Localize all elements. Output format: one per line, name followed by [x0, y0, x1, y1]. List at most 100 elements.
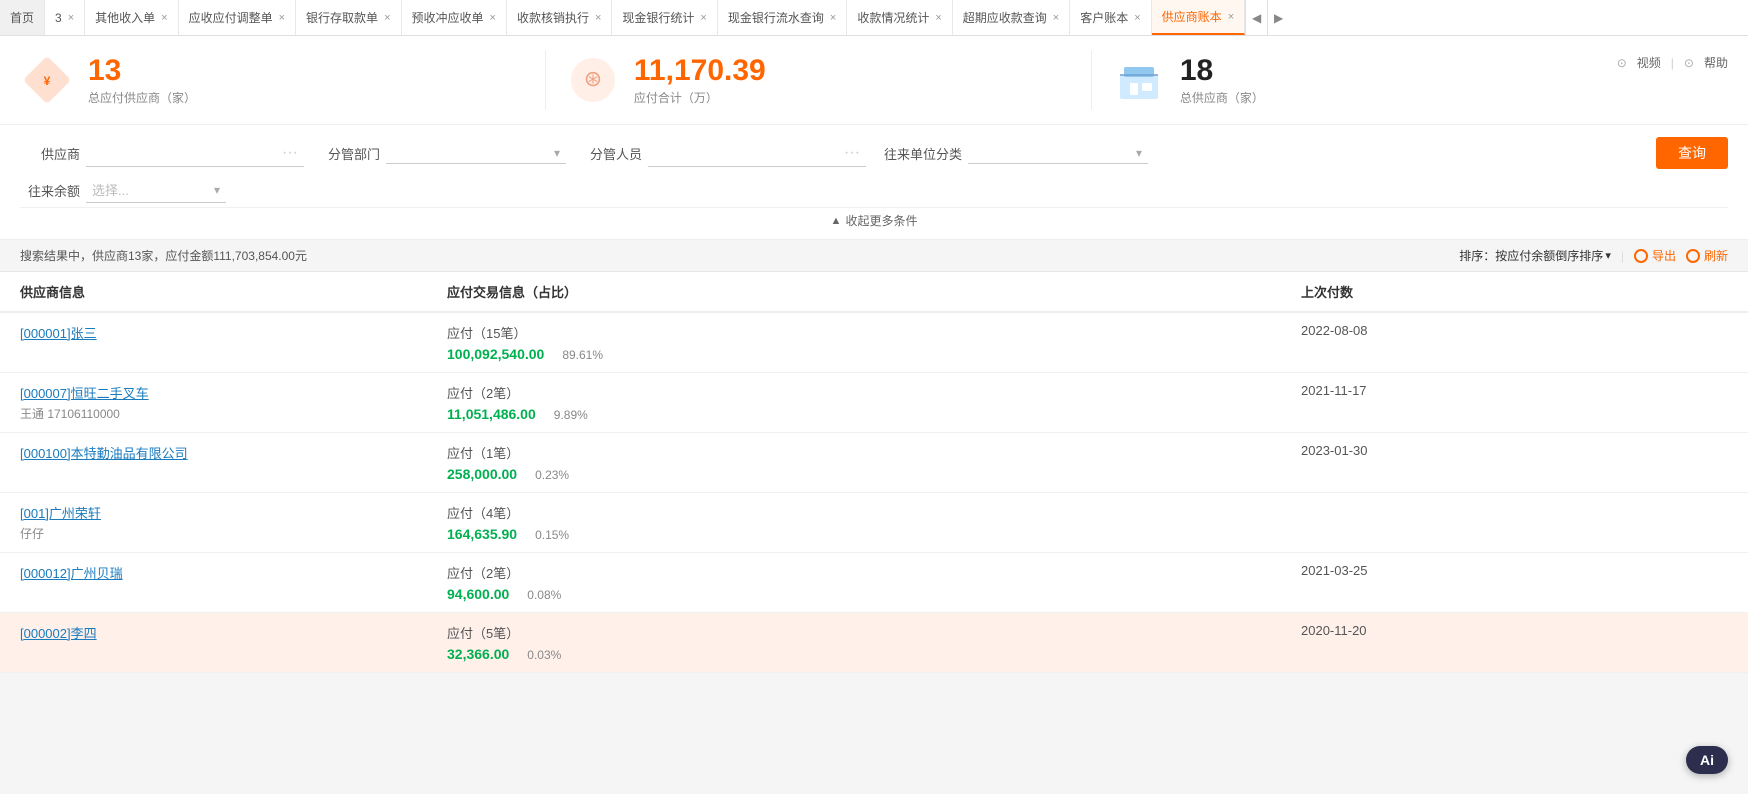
- person-dots-icon[interactable]: ···: [844, 144, 860, 162]
- sort-button[interactable]: 排序：按应付余额倒序排序 ▾: [1459, 247, 1611, 264]
- supplier-sub: 王通 17106110000: [20, 405, 447, 422]
- payable-amount[interactable]: 258,000.00: [447, 466, 517, 482]
- unit-type-select[interactable]: ▾: [968, 143, 1148, 164]
- supplier-label: 供应商: [20, 144, 80, 163]
- payable-label: 应付（4笔）: [447, 503, 1301, 522]
- supplier-link[interactable]: [000012]广州贝瑞: [20, 563, 447, 582]
- total-payable-suppliers-label: 总应付供应商（家）: [88, 89, 196, 106]
- result-text: 搜索结果中，供应商13家，应付金额111,703,854.00元: [20, 247, 307, 264]
- nav-tab-collection-stat[interactable]: 收款情况统计 ×: [847, 0, 952, 35]
- link-divider: |: [1671, 56, 1674, 70]
- query-button[interactable]: 查询: [1656, 137, 1728, 169]
- supplier-input-wrap[interactable]: ···: [86, 139, 304, 167]
- nav-tab-cash-bank-flow-close[interactable]: ×: [830, 12, 836, 24]
- nav-tab-ar-ap-adjust-close[interactable]: ×: [279, 12, 285, 24]
- nav-tab-supplier-ledger-close[interactable]: ×: [1228, 11, 1234, 23]
- nav-tab-bank-deposit-close[interactable]: ×: [384, 12, 390, 24]
- balance-label: 往来余额: [20, 181, 80, 200]
- payable-amount[interactable]: 164,635.90: [447, 526, 517, 542]
- refresh-icon: [1686, 249, 1700, 263]
- nav-arrow-right[interactable]: ▶: [1267, 0, 1289, 35]
- nav-tab-collection-stat-close[interactable]: ×: [935, 12, 941, 24]
- grain-icon: ⊛: [566, 53, 620, 107]
- payable-pct: 0.08%: [527, 588, 561, 602]
- nav-tab-3[interactable]: 3 ×: [45, 0, 85, 35]
- total-payable-amount: 11,170.39: [634, 54, 766, 87]
- col-header-supplier: 供应商信息: [20, 282, 447, 301]
- nav-tab-collection-stat-label: 收款情况统计: [857, 9, 929, 26]
- person-input-wrap[interactable]: ···: [648, 139, 866, 167]
- nav-tab-3-close[interactable]: ×: [68, 12, 74, 24]
- result-bar-right: 排序：按应付余额倒序排序 ▾ | 导出 刷新: [1459, 247, 1728, 264]
- supplier-info: [000100]本特勤油品有限公司: [20, 443, 447, 462]
- person-input[interactable]: [654, 142, 842, 163]
- nav-tab-payment-verify[interactable]: 收款核销执行 ×: [507, 0, 612, 35]
- collapse-chevron-up-icon: ▲: [831, 215, 842, 227]
- payable-label: 应付（2笔）: [447, 563, 1301, 582]
- payable-row: 32,366.00 0.03%: [447, 644, 1301, 662]
- payable-amount[interactable]: 94,600.00: [447, 586, 509, 602]
- nav-tab-other-income-close[interactable]: ×: [161, 12, 167, 24]
- summary-card-2-text: 11,170.39 应付合计（万）: [634, 54, 766, 106]
- payable-info: 应付（2笔） 94,600.00 0.08%: [447, 563, 1301, 602]
- supplier-link[interactable]: [001]广州荣轩: [20, 503, 447, 522]
- payable-amount[interactable]: 100,092,540.00: [447, 346, 544, 362]
- col-header-payable: 应付交易信息（占比）: [447, 282, 1301, 301]
- payable-amount[interactable]: 32,366.00: [447, 646, 509, 662]
- dept-select[interactable]: ▾: [386, 143, 566, 164]
- nav-tab-overdue-ar-close[interactable]: ×: [1053, 12, 1059, 24]
- nav-tab-overdue-ar-label: 超期应收款查询: [963, 9, 1047, 26]
- total-suppliers: 18: [1180, 54, 1264, 87]
- balance-select[interactable]: 选择... ▾: [86, 177, 226, 203]
- summary-card-2: ⊛ 11,170.39 应付合计（万）: [566, 53, 1071, 107]
- supplier-link[interactable]: [000002]李四: [20, 623, 447, 642]
- ai-badge[interactable]: Ai: [1686, 746, 1728, 774]
- last-pay: 2023-01-30: [1301, 443, 1728, 458]
- nav-tab-cash-bank-stat-label: 现金银行统计: [622, 9, 694, 26]
- payable-amount[interactable]: 11,051,486.00: [447, 406, 536, 422]
- supplier-link[interactable]: [000007]恒旺二手叉车: [20, 383, 447, 402]
- table-row: [000012]广州贝瑞 应付（2笔） 94,600.00 0.08% 2021…: [0, 553, 1748, 613]
- nav-tab-overdue-ar[interactable]: 超期应收款查询 ×: [953, 0, 1070, 35]
- nav-tab-advance-offset-close[interactable]: ×: [490, 12, 496, 24]
- balance-chevron-icon: ▾: [214, 183, 220, 197]
- supplier-dots-icon[interactable]: ···: [282, 144, 298, 162]
- dept-chevron-icon: ▾: [554, 146, 560, 160]
- payable-info: 应付（15笔） 100,092,540.00 89.61%: [447, 323, 1301, 362]
- summary-card-3-text: 18 总供应商（家）: [1180, 54, 1264, 106]
- nav-tab-home[interactable]: 首页: [0, 0, 45, 35]
- payable-label: 应付（5笔）: [447, 623, 1301, 642]
- nav-tab-other-income[interactable]: 其他收入单 ×: [85, 0, 178, 35]
- video-link[interactable]: 视频: [1637, 54, 1661, 71]
- payable-label: 应付（15笔）: [447, 323, 1301, 342]
- table-row: [000100]本特勤油品有限公司 应付（1笔） 258,000.00 0.23…: [0, 433, 1748, 493]
- col-header-last-pay: 上次付数: [1301, 282, 1728, 301]
- supplier-link[interactable]: [000001]张三: [20, 323, 447, 342]
- nav-tab-cash-bank-stat-close[interactable]: ×: [700, 12, 706, 24]
- video-icon: ⊙: [1617, 56, 1627, 70]
- nav-tab-bank-deposit[interactable]: 银行存取款单 ×: [296, 0, 401, 35]
- payable-pct: 0.03%: [527, 648, 561, 662]
- nav-tab-cash-bank-flow[interactable]: 现金银行流水查询 ×: [718, 0, 847, 35]
- help-link[interactable]: 帮助: [1704, 54, 1728, 71]
- help-icon: ⊙: [1684, 56, 1694, 70]
- result-bar: 搜索结果中，供应商13家，应付金额111,703,854.00元 排序：按应付余…: [0, 240, 1748, 272]
- table-header: 供应商信息 应付交易信息（占比） 上次付数: [0, 272, 1748, 313]
- refresh-button[interactable]: 刷新: [1686, 247, 1728, 264]
- nav-tab-advance-offset[interactable]: 预收冲应收单 ×: [402, 0, 507, 35]
- nav-tab-supplier-ledger[interactable]: 供应商账本 ×: [1152, 0, 1245, 35]
- nav-tab-ar-ap-adjust[interactable]: 应收应付调整单 ×: [179, 0, 296, 35]
- nav-tab-customer-ledger[interactable]: 客户账本 ×: [1070, 0, 1151, 35]
- unit-type-chevron-icon: ▾: [1136, 146, 1142, 160]
- nav-tab-customer-ledger-close[interactable]: ×: [1134, 12, 1140, 24]
- payable-info: 应付（1笔） 258,000.00 0.23%: [447, 443, 1301, 482]
- supplier-input[interactable]: [92, 142, 280, 163]
- export-button[interactable]: 导出: [1634, 247, 1676, 264]
- nav-tab-cash-bank-stat[interactable]: 现金银行统计 ×: [612, 0, 717, 35]
- collapse-button[interactable]: ▲ 收起更多条件: [20, 207, 1728, 231]
- payable-label: 应付（2笔）: [447, 383, 1301, 402]
- nav-tab-payment-verify-close[interactable]: ×: [595, 12, 601, 24]
- supplier-link[interactable]: [000100]本特勤油品有限公司: [20, 443, 447, 462]
- payable-row: 11,051,486.00 9.89%: [447, 404, 1301, 422]
- nav-arrow-left[interactable]: ◀: [1245, 0, 1267, 35]
